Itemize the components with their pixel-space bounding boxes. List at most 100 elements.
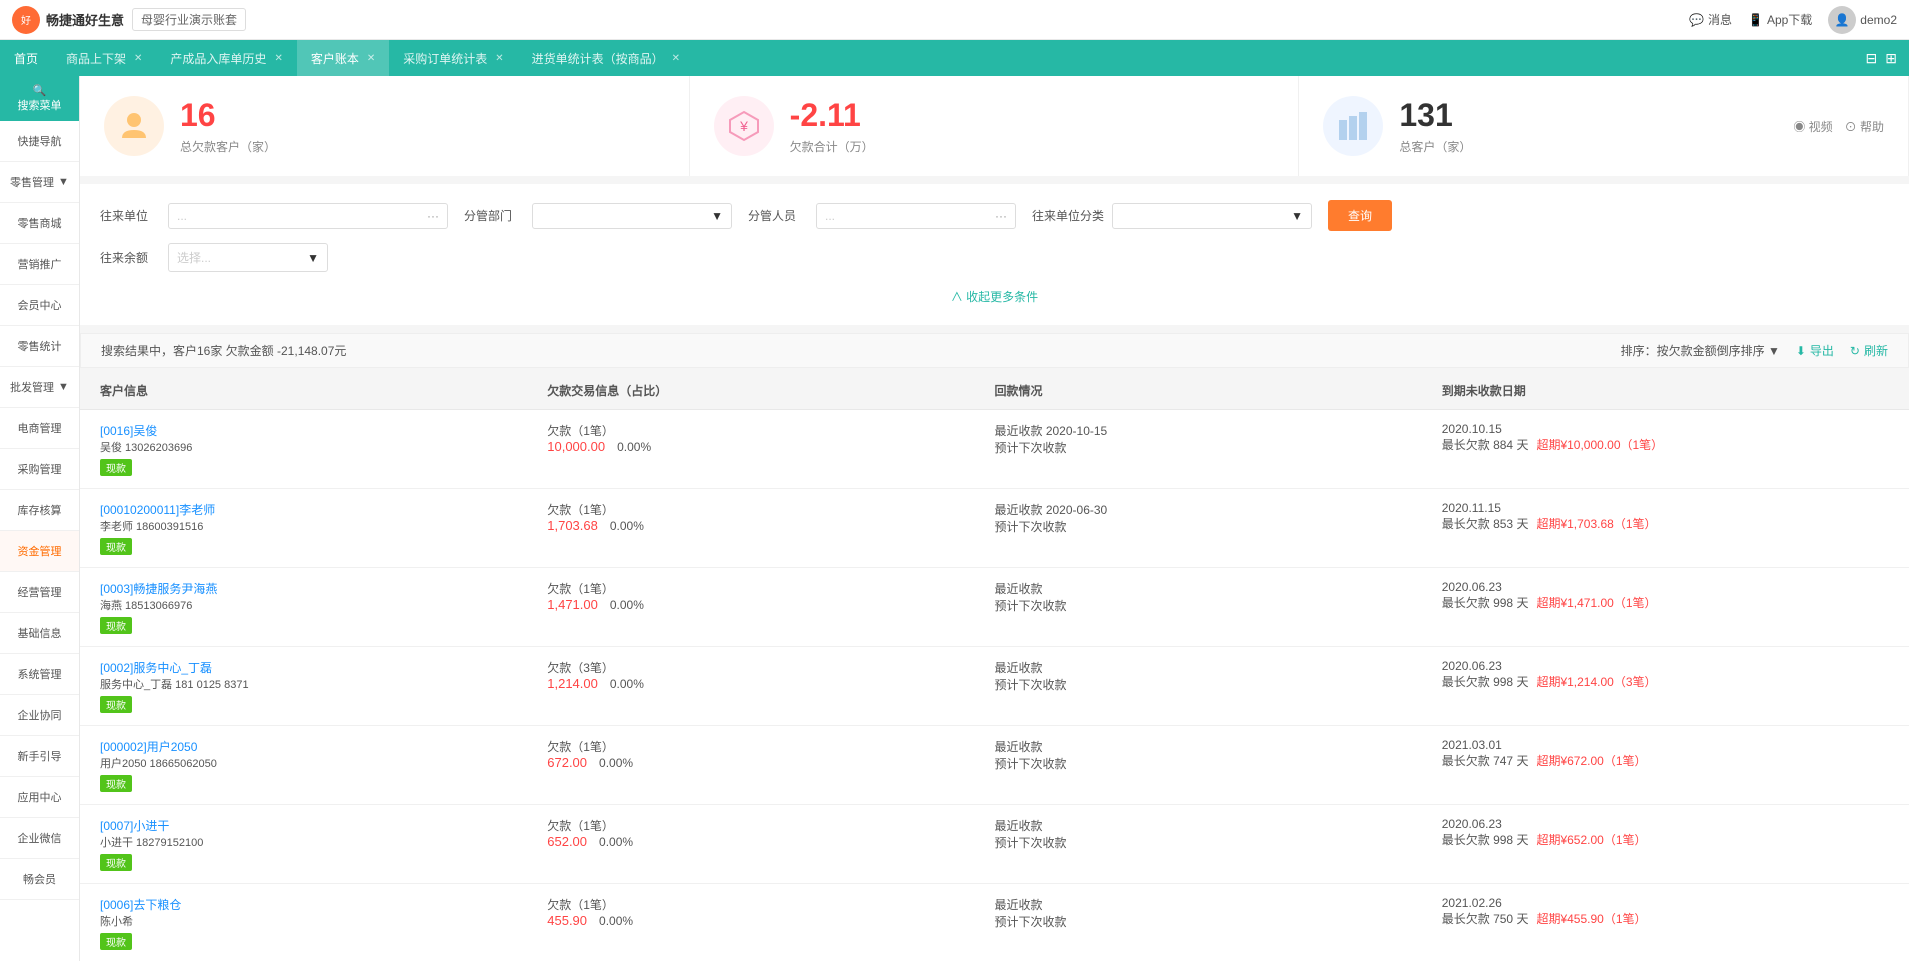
search-menu-button[interactable]: 🔍 搜索菜单	[0, 76, 79, 121]
sort-label: 排序：按欠款金额倒序排序 ▼	[1621, 342, 1780, 359]
sidebar-item-quick-nav[interactable]: 快捷导航	[0, 121, 79, 162]
window-maximize-icon[interactable]: ⊞	[1885, 50, 1897, 67]
due-date: 2021.03.01	[1442, 738, 1889, 752]
stat-card-amount: ¥ -2.11 欠款合计（万）	[690, 76, 1300, 176]
supplier-input[interactable]: ... ···	[168, 203, 448, 229]
message-label: 消息	[1708, 11, 1732, 28]
query-button[interactable]: 查询	[1328, 200, 1392, 231]
sidebar-item-ecommerce[interactable]: 电商管理	[0, 408, 79, 449]
overdue-days: 最长欠款 747 天	[1442, 752, 1529, 769]
table-row: [000002]用户2050 用户2050 18665062050 现款 欠款（…	[80, 726, 1909, 805]
overdue-link[interactable]: 超期¥455.90（1笔）	[1536, 910, 1646, 927]
overdue-link[interactable]: 超期¥1,703.68（1笔）	[1536, 515, 1656, 532]
sidebar-item-finance[interactable]: 资金管理	[0, 531, 79, 572]
sidebar-item-purchase[interactable]: 采购管理	[0, 449, 79, 490]
customer-name-link[interactable]: [0016]吴俊	[100, 422, 547, 439]
help-button[interactable]: ⊙ 帮助	[1845, 118, 1884, 135]
tab-goods[interactable]: 商品上下架 ✕	[52, 40, 156, 76]
tab-inbound-label: 进货单统计表（按商品）	[532, 50, 664, 67]
tab-customer-account[interactable]: 客户账本 ✕	[297, 40, 389, 76]
customer-name-link[interactable]: [0003]畅捷服务尹海燕	[100, 580, 547, 597]
customer-name-link[interactable]: [0006]去下粮仓	[100, 896, 547, 913]
last-collect: 最近收款 2020-10-15	[995, 422, 1442, 439]
due-date: 2021.02.26	[1442, 896, 1889, 910]
sidebar-item-retail[interactable]: 零售管理 ▼	[0, 162, 79, 203]
sidebar-item-retail-stats[interactable]: 零售统计	[0, 326, 79, 367]
tab-purchase-close[interactable]: ✕	[495, 53, 503, 64]
sidebar-item-vip[interactable]: 畅会员	[0, 859, 79, 900]
user-menu[interactable]: 👤 demo2	[1828, 6, 1897, 34]
sidebar-item-guide[interactable]: 新手引导	[0, 736, 79, 777]
customer-phone: 吴俊 13026203696	[100, 439, 547, 455]
sidebar-item-wechat[interactable]: 企业微信	[0, 818, 79, 859]
overdue-days: 最长欠款 750 天	[1442, 910, 1529, 927]
overdue-link[interactable]: 超期¥1,471.00（1笔）	[1536, 594, 1656, 611]
next-collect: 预计下次收款	[995, 439, 1442, 456]
person-input[interactable]: ... ···	[816, 203, 1016, 229]
tab-production[interactable]: 产成品入库单历史 ✕	[156, 40, 296, 76]
debt-count: 欠款（3笔）	[547, 659, 994, 676]
payment-cell: 最近收款 2020-10-15 预计下次收款	[995, 422, 1442, 476]
next-collect: 预计下次收款	[995, 676, 1442, 693]
balance-select[interactable]: 选择... ▼	[168, 243, 328, 272]
customer-phone: 海燕 18513066976	[100, 597, 547, 613]
sidebar-item-basic-info[interactable]: 基础信息	[0, 613, 79, 654]
due-date: 2020.10.15	[1442, 422, 1889, 436]
filter-dept: 分管部门 ▼	[464, 203, 732, 229]
tab-production-close[interactable]: ✕	[274, 53, 282, 64]
sidebar-item-wholesale[interactable]: 批发管理 ▼	[0, 367, 79, 408]
tab-inbound-close[interactable]: ✕	[672, 53, 680, 64]
overdue-link[interactable]: 超期¥652.00（1笔）	[1536, 831, 1646, 848]
due-date-cell: 2020.06.23 最长欠款 998 天 超期¥1,214.00（3笔）	[1442, 659, 1889, 713]
customer-badge: 现款	[100, 617, 132, 634]
overdue-days: 最长欠款 884 天	[1442, 436, 1529, 453]
guide-label: 新手引导	[18, 751, 62, 763]
sidebar-item-member[interactable]: 会员中心	[0, 285, 79, 326]
collapse-button[interactable]: ∧ 收起更多条件	[100, 284, 1889, 309]
tab-inbound-stats[interactable]: 进货单统计表（按商品） ✕	[518, 40, 694, 76]
chevron-dept-icon: ▼	[711, 209, 723, 223]
refresh-button[interactable]: ↻ 刷新	[1850, 342, 1888, 359]
view-button[interactable]: ◉ 视频	[1793, 118, 1832, 135]
message-button[interactable]: 💬 消息	[1689, 11, 1732, 28]
unit-class-select[interactable]: ▼	[1112, 203, 1312, 229]
overdue-link[interactable]: 超期¥672.00（1笔）	[1536, 752, 1646, 769]
tab-goods-close[interactable]: ✕	[134, 53, 142, 64]
overdue-link[interactable]: 超期¥1,214.00（3笔）	[1536, 673, 1656, 690]
tab-home[interactable]: 首页	[0, 40, 52, 76]
dept-select[interactable]: ▼	[532, 203, 732, 229]
debt-percent: 0.00%	[610, 519, 644, 533]
customer-name-link[interactable]: [00010200011]李老师	[100, 501, 547, 518]
customer-name-link[interactable]: [0002]服务中心_丁磊	[100, 659, 547, 676]
amount-info: -2.11 欠款合计（万）	[790, 97, 874, 155]
debt-amount: 672.00	[547, 755, 587, 770]
wholesale-label: 批发管理	[10, 379, 54, 395]
sidebar-item-system[interactable]: 系统管理	[0, 654, 79, 695]
sidebar-item-operations[interactable]: 经营管理	[0, 572, 79, 613]
customer-name-link[interactable]: [000002]用户2050	[100, 738, 547, 755]
next-collect: 预计下次收款	[995, 755, 1442, 772]
sidebar-item-retail-mall[interactable]: 零售商城	[0, 203, 79, 244]
tab-purchase-order[interactable]: 采购订单统计表 ✕	[389, 40, 517, 76]
customer-name-link[interactable]: [0007]小进干	[100, 817, 547, 834]
window-restore-icon[interactable]: ⊟	[1866, 50, 1878, 67]
store-name[interactable]: 母婴行业演示账套	[132, 8, 246, 31]
sidebar-item-enterprise[interactable]: 企业协同	[0, 695, 79, 736]
filter-supplier: 往来单位 ... ···	[100, 203, 448, 229]
customer-info-cell: [0002]服务中心_丁磊 服务中心_丁磊 181 0125 8371 现款	[100, 659, 547, 713]
balance-label: 往来余额	[100, 249, 160, 266]
sidebar-item-apps[interactable]: 应用中心	[0, 777, 79, 818]
enterprise-label: 企业协同	[18, 710, 62, 722]
debt-info-cell: 欠款（1笔） 672.00 0.00%	[547, 738, 994, 792]
col-due-date: 到期未收款日期	[1442, 382, 1889, 399]
export-button[interactable]: ⬇ 导出	[1796, 342, 1834, 359]
sidebar-item-marketing[interactable]: 营销推广	[0, 244, 79, 285]
app-download-button[interactable]: 📱 App下载	[1748, 11, 1812, 28]
customer-info-cell: [000002]用户2050 用户2050 18665062050 现款	[100, 738, 547, 792]
overdue-link[interactable]: 超期¥10,000.00（1笔）	[1536, 436, 1663, 453]
sidebar-item-inventory[interactable]: 库存核算	[0, 490, 79, 531]
due-date: 2020.06.23	[1442, 817, 1889, 831]
member-label: 会员中心	[18, 300, 62, 312]
due-date: 2020.06.23	[1442, 659, 1889, 673]
tab-customer-close[interactable]: ✕	[367, 53, 375, 64]
